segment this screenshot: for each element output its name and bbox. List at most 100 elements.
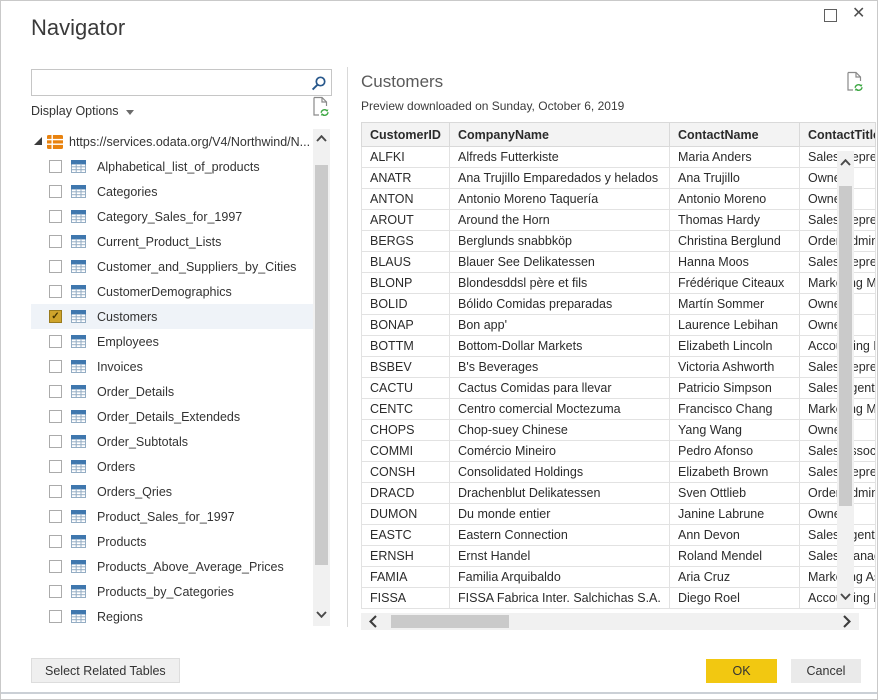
odata-source-icon — [47, 134, 63, 149]
table-cell: Around the Horn — [449, 209, 670, 231]
table-cell: Laurence Lebihan — [669, 314, 800, 336]
tree-item-product_sales_for_1997[interactable]: Product_Sales_for_1997 — [31, 504, 313, 529]
checkbox[interactable] — [49, 160, 62, 173]
table-cell: Patricio Simpson — [669, 377, 800, 399]
cancel-button[interactable]: Cancel — [791, 659, 861, 683]
table-cell: Chop-suey Chinese — [449, 419, 670, 441]
checkbox[interactable] — [49, 235, 62, 248]
ok-button[interactable]: OK — [706, 659, 777, 683]
scroll-up-icon[interactable] — [313, 135, 330, 142]
checkbox[interactable] — [49, 585, 62, 598]
checkbox[interactable] — [49, 510, 62, 523]
tree-root-label: https://services.odata.org/V4/Northwind/… — [69, 134, 311, 149]
checkbox[interactable] — [49, 535, 62, 548]
scroll-down-icon[interactable] — [837, 593, 854, 600]
table-row: CONSH Consolidated Holdings Elizabeth Brow… — [361, 461, 876, 483]
table-vertical-scrollbar[interactable] — [837, 151, 854, 608]
tree-item-products_above_average_prices[interactable]: Products_Above_Average_Prices — [31, 554, 313, 579]
preview-table: CustomerID CompanyName ContactName ContactT… — [361, 122, 876, 609]
tree-item-customers[interactable]: ✓ Customers — [31, 304, 313, 329]
display-options-dropdown[interactable]: Display Options — [31, 104, 134, 118]
checkbox[interactable] — [49, 210, 62, 223]
scroll-down-icon[interactable] — [313, 611, 330, 618]
table-icon — [71, 335, 86, 348]
checkbox[interactable] — [49, 485, 62, 498]
refresh-source-icon[interactable] — [312, 96, 330, 122]
scroll-left-icon[interactable] — [369, 615, 377, 633]
tree-item-orders[interactable]: Orders — [31, 454, 313, 479]
table-cell: Ana Trujillo Emparedados y helados — [449, 167, 670, 189]
tree-item-categories[interactable]: Categories — [31, 179, 313, 204]
checkbox[interactable] — [49, 385, 62, 398]
tree-item-label: Products_by_Categories — [97, 584, 234, 599]
scrollbar-thumb[interactable] — [315, 165, 328, 565]
search-icon[interactable] — [310, 75, 327, 97]
checkbox[interactable] — [49, 335, 62, 348]
tree-item-order_details[interactable]: Order_Details — [31, 379, 313, 404]
checkbox[interactable] — [49, 435, 62, 448]
search-input[interactable] — [32, 70, 308, 95]
tree-item-employees[interactable]: Employees — [31, 329, 313, 354]
table-cell: Yang Wang — [669, 419, 800, 441]
table-cell: Eastern Connection — [449, 524, 670, 546]
tree-item-products_by_categories[interactable]: Products_by_Categories — [31, 579, 313, 604]
checkbox[interactable] — [49, 260, 62, 273]
table-cell: B's Beverages — [449, 356, 670, 378]
preview-table-body: ALFKI Alfreds Futterkiste Maria Anders Sale… — [361, 146, 876, 609]
tree-item-label: Order_Subtotals — [97, 434, 189, 449]
tree-item-products[interactable]: Products — [31, 529, 313, 554]
table-row: FAMIA Familia Arquibaldo Aria Cruz Marketin… — [361, 566, 876, 588]
checkbox[interactable] — [49, 610, 62, 623]
scroll-up-icon[interactable] — [837, 159, 854, 166]
table-icon — [71, 285, 86, 298]
table-cell: BOLID — [361, 293, 450, 315]
maximize-icon[interactable] — [824, 9, 837, 22]
table-cell: Janine Labrune — [669, 503, 800, 525]
table-cell: ALFKI — [361, 146, 450, 168]
checkbox[interactable] — [49, 285, 62, 298]
expander-icon[interactable] — [34, 136, 42, 145]
table-cell: Francisco Chang — [669, 398, 800, 420]
table-cell: Ernst Handel — [449, 545, 670, 567]
checkbox[interactable] — [49, 410, 62, 423]
checkbox[interactable] — [49, 360, 62, 373]
checkbox[interactable] — [49, 460, 62, 473]
scroll-right-icon[interactable] — [843, 615, 851, 633]
checkbox[interactable] — [49, 560, 62, 573]
tree-item-customerdemographics[interactable]: CustomerDemographics — [31, 279, 313, 304]
table-row: DRACD Drachenblut Delikatessen Sven Ottlie… — [361, 482, 876, 504]
tree-item-order_subtotals[interactable]: Order_Subtotals — [31, 429, 313, 454]
scrollbar-thumb[interactable] — [839, 186, 852, 506]
table-icon — [71, 310, 86, 323]
column-header: ContactName — [669, 122, 800, 147]
table-row: DUMON Du monde entier Janine Labrune Owner — [361, 503, 876, 525]
select-related-tables-button[interactable]: Select Related Tables — [31, 658, 180, 683]
column-header: ContactTitle — [799, 122, 876, 147]
checkbox[interactable] — [49, 185, 62, 198]
tree-item-alphabetical_list_of_products[interactable]: Alphabetical_list_of_products — [31, 154, 313, 179]
tree-item-regions[interactable]: Regions — [31, 604, 313, 629]
tree-item-label: Customer_and_Suppliers_by_Cities — [97, 259, 297, 274]
scrollbar-thumb[interactable] — [391, 615, 509, 628]
table-row: ALFKI Alfreds Futterkiste Maria Anders Sale… — [361, 146, 876, 168]
table-row: BOTTM Bottom-Dollar Markets Elizabeth Linc… — [361, 335, 876, 357]
table-cell: Bon app' — [449, 314, 670, 336]
close-icon[interactable]: ✕ — [852, 4, 865, 24]
tree-item-current_product_lists[interactable]: Current_Product_Lists — [31, 229, 313, 254]
tree-item-category_sales_for_1997[interactable]: Category_Sales_for_1997 — [31, 204, 313, 229]
checkbox[interactable]: ✓ — [49, 310, 62, 323]
tree-root-source[interactable]: https://services.odata.org/V4/Northwind/… — [31, 129, 313, 154]
table-horizontal-scrollbar[interactable] — [361, 613, 859, 630]
column-header: CustomerID — [361, 122, 450, 147]
table-cell: Comércio Mineiro — [449, 440, 670, 462]
tree-item-order_details_extendeds[interactable]: Order_Details_Extendeds — [31, 404, 313, 429]
table-cell: Bottom-Dollar Markets — [449, 335, 670, 357]
tree-item-label: Orders_Qries — [97, 484, 173, 499]
table-row: COMMI Comércio Mineiro Pedro Afonso Sales A… — [361, 440, 876, 462]
refresh-preview-icon[interactable] — [846, 71, 864, 97]
tree-item-invoices[interactable]: Invoices — [31, 354, 313, 379]
tree-item-orders_qries[interactable]: Orders_Qries — [31, 479, 313, 504]
tree-scrollbar[interactable] — [313, 129, 330, 626]
tree-item-customer_and_suppliers_by_cities[interactable]: Customer_and_Suppliers_by_Cities — [31, 254, 313, 279]
table-cell: Elizabeth Lincoln — [669, 335, 800, 357]
